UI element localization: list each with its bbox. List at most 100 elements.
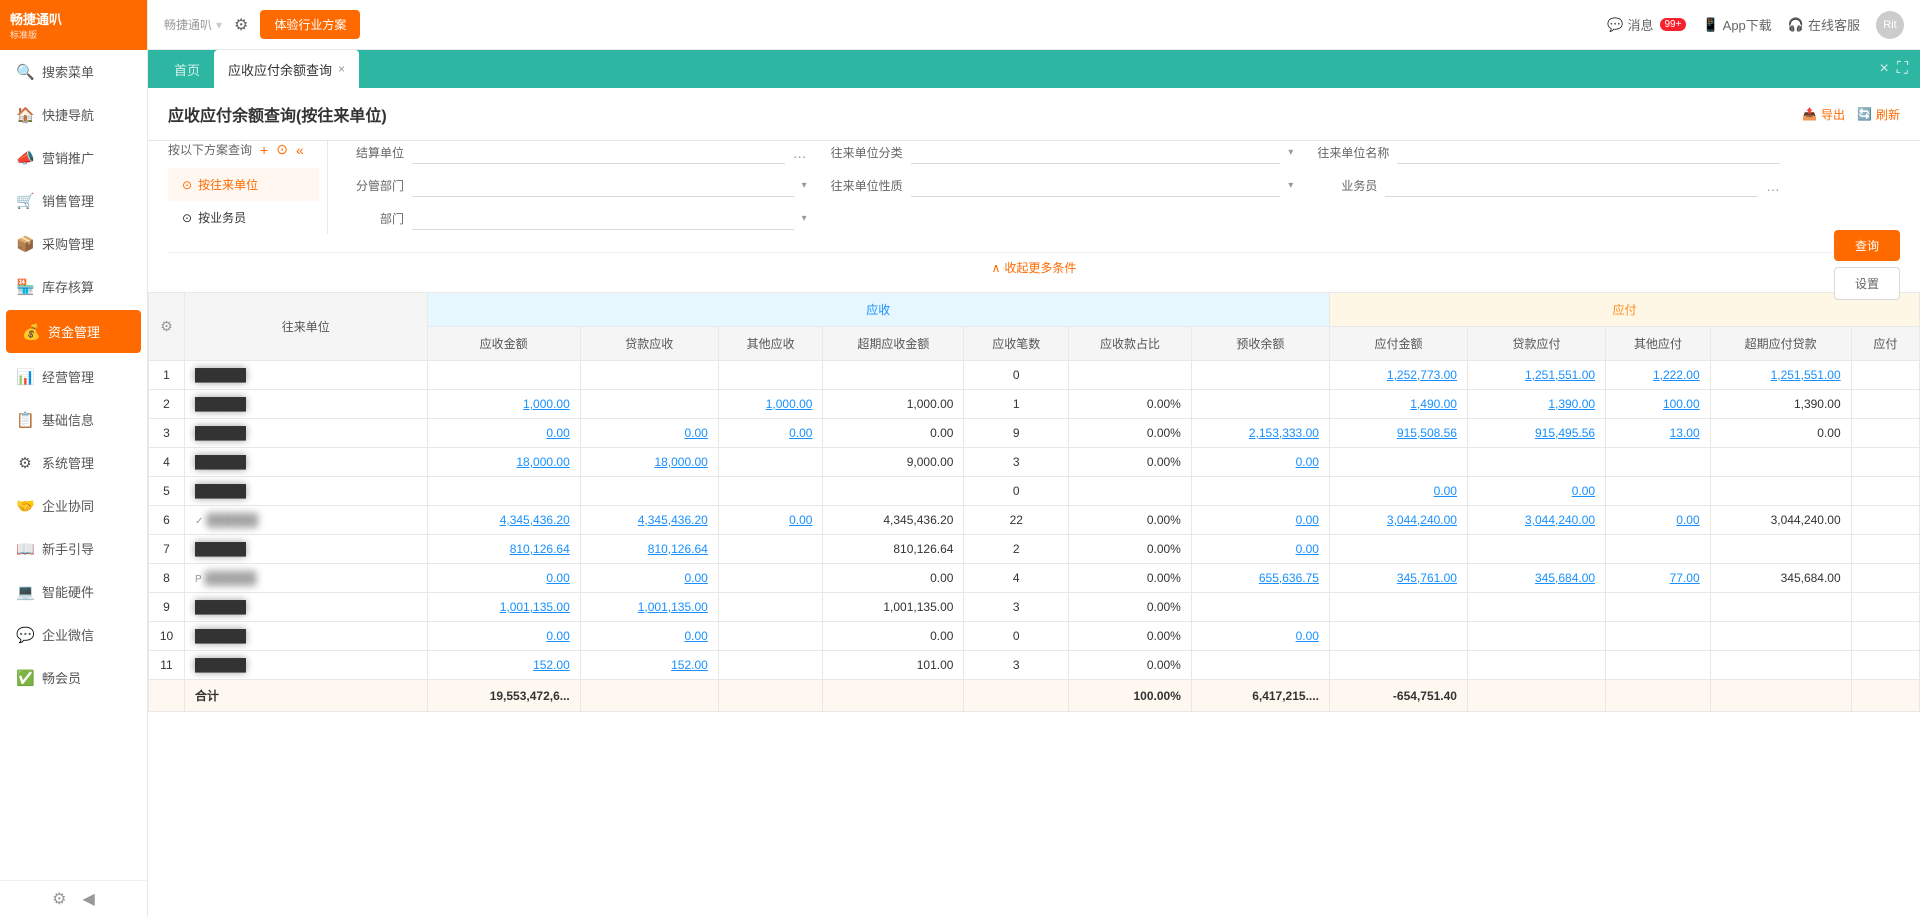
partner-name-input[interactable] — [1397, 141, 1780, 164]
yingshou-jine[interactable]: 0.00 — [427, 564, 580, 593]
sidebar-item-wechat[interactable]: 💬 企业微信 — [0, 613, 147, 656]
department-input[interactable] — [412, 207, 794, 230]
customer-service-button[interactable]: 🎧 在线客服 — [1788, 15, 1860, 34]
sidebar-item-inventory[interactable]: 🏪 库存核算 — [0, 265, 147, 308]
scheme-collapse-icon[interactable]: « — [296, 142, 304, 158]
daikuan-yingshou[interactable]: 1,001,135.00 — [580, 593, 718, 622]
refresh-button[interactable]: 🔄 刷新 — [1857, 106, 1900, 123]
partner-nature-input[interactable] — [911, 174, 1281, 197]
tab-home[interactable]: 首页 — [160, 50, 214, 88]
yingfu-jine[interactable]: 345,761.00 — [1329, 564, 1467, 593]
message-button[interactable]: 💬 消息 99+ — [1607, 15, 1686, 34]
page-title: 应收应付余额查询(按往来单位) — [168, 102, 387, 126]
user-avatar[interactable]: Rit — [1876, 11, 1904, 39]
tab-ar-ap-query[interactable]: 应收应付余额查询 × — [214, 50, 359, 88]
daikuan-yingfu[interactable]: 915,495.56 — [1467, 419, 1605, 448]
daikuan-yingfu[interactable]: 3,044,240.00 — [1467, 506, 1605, 535]
filter-collapse-btn[interactable]: ∧ 收起更多条件 — [168, 252, 1900, 282]
tab-close-window-icon[interactable]: × — [1879, 60, 1888, 78]
daikuan-yingshou[interactable]: 0.00 — [580, 564, 718, 593]
scheme-by-salesperson[interactable]: ⊙ 按业务员 — [168, 201, 319, 234]
sidebar-item-quicknav[interactable]: 🏠 快捷导航 — [0, 93, 147, 136]
sidebar-item-operations[interactable]: 📊 经营管理 — [0, 355, 147, 398]
daikuan-yingshou[interactable]: 152.00 — [580, 651, 718, 680]
sidebar-item-marketing[interactable]: 📣 营销推广 — [0, 136, 147, 179]
daikuan-yingshou[interactable]: 0.00 — [580, 419, 718, 448]
qita-yingshou[interactable]: 1,000.00 — [718, 390, 823, 419]
yingshou-jine[interactable]: 18,000.00 — [427, 448, 580, 477]
settings-button[interactable]: 设置 — [1834, 267, 1900, 300]
scheme-settings-icon[interactable]: ⊙ — [276, 141, 288, 158]
yingshou-jine[interactable]: 1,000.00 — [427, 390, 580, 419]
daikuan-yingshou[interactable]: 4,345,436.20 — [580, 506, 718, 535]
partner-category-arrow[interactable]: ▾ — [1288, 147, 1293, 158]
yushou-yue[interactable]: 0.00 — [1191, 506, 1329, 535]
dept-arrow[interactable]: ▾ — [802, 180, 807, 191]
salesperson-dots[interactable]: … — [1766, 178, 1780, 194]
app-download-button[interactable]: 📱 App下载 — [1702, 15, 1771, 34]
export-button[interactable]: 📤 导出 — [1802, 106, 1845, 123]
yushou-yue[interactable]: 2,153,333.00 — [1191, 419, 1329, 448]
tab-close-icon[interactable]: × — [338, 62, 345, 76]
yingfu-jine[interactable]: 1,490.00 — [1329, 390, 1467, 419]
collapse-sidebar-icon[interactable]: ◀ — [83, 889, 95, 909]
qita-yingfu[interactable]: 77.00 — [1606, 564, 1711, 593]
scheme-by-partner[interactable]: ⊙ 按往来单位 — [168, 168, 319, 201]
daikuan-yingshou[interactable]: 18,000.00 — [580, 448, 718, 477]
sidebar-item-search[interactable]: 🔍 搜索菜单 — [0, 50, 147, 93]
search-icon: 🔍 — [16, 63, 34, 81]
qita-yingshou[interactable]: 0.00 — [718, 419, 823, 448]
qita-yingfu[interactable]: 13.00 — [1606, 419, 1711, 448]
yingfu-jine[interactable]: 1,252,773.00 — [1329, 361, 1467, 390]
yingfu-jine[interactable]: 3,044,240.00 — [1329, 506, 1467, 535]
yingshou-jine[interactable]: 0.00 — [427, 622, 580, 651]
yingshou-jine[interactable]: 4,345,436.20 — [427, 506, 580, 535]
sidebar-item-system[interactable]: ⚙ 系统管理 — [0, 441, 147, 484]
sidebar-item-member[interactable]: ✅ 畅会员 — [0, 656, 147, 699]
daikuan-yingshou[interactable]: 0.00 — [580, 622, 718, 651]
chaoqi-yingfu[interactable]: 1,251,551.00 — [1710, 361, 1851, 390]
yingfu-jine[interactable]: 915,508.56 — [1329, 419, 1467, 448]
partner-category-input[interactable] — [911, 141, 1281, 164]
settings-bottom-icon[interactable]: ⚙ — [52, 889, 66, 909]
breadcrumb: 畅捷通叭 ▾ — [164, 16, 222, 33]
yingshou-jine[interactable]: 1,001,135.00 — [427, 593, 580, 622]
tab-fullscreen-icon[interactable]: ⛶ — [1897, 60, 1908, 78]
trial-industry-button[interactable]: 体验行业方案 — [260, 10, 360, 39]
daikuan-yingfu[interactable]: 345,684.00 — [1467, 564, 1605, 593]
sidebar-item-enterprise[interactable]: 🤝 企业协同 — [0, 484, 147, 527]
yingshou-jine[interactable]: 810,126.64 — [427, 535, 580, 564]
qita-yingfu[interactable]: 100.00 — [1606, 390, 1711, 419]
sidebar-item-purchase[interactable]: 📦 采购管理 — [0, 222, 147, 265]
yushou-yue[interactable]: 655,636.75 — [1191, 564, 1329, 593]
add-scheme-icon[interactable]: + — [260, 142, 268, 158]
daikuan-yingfu[interactable]: 0.00 — [1467, 477, 1605, 506]
table-settings-gear[interactable]: ⚙ — [160, 318, 173, 334]
qita-yingfu[interactable]: 1,222.00 — [1606, 361, 1711, 390]
yingshou-jine[interactable]: 0.00 — [427, 419, 580, 448]
yushou-yue[interactable]: 0.00 — [1191, 622, 1329, 651]
table-wrapper[interactable]: ⚙ 往来单位 应收 应付 应收金额 贷款应收 其他应收 超期应收金额 应收笔数 — [148, 292, 1920, 917]
salesperson-input[interactable] — [1385, 174, 1758, 197]
sidebar-item-basic[interactable]: 📋 基础信息 — [0, 398, 147, 441]
yushou-yue[interactable]: 0.00 — [1191, 535, 1329, 564]
qita-yingshou[interactable]: 0.00 — [718, 506, 823, 535]
sidebar-item-sales[interactable]: 🛒 销售管理 — [0, 179, 147, 222]
query-button[interactable]: 查询 — [1834, 230, 1900, 261]
partner-nature-arrow[interactable]: ▾ — [1288, 180, 1293, 191]
yingshou-jine[interactable]: 152.00 — [427, 651, 580, 680]
qita-yingfu[interactable]: 0.00 — [1606, 506, 1711, 535]
yushou-yue[interactable]: 0.00 — [1191, 448, 1329, 477]
yingfu-jine[interactable]: 0.00 — [1329, 477, 1467, 506]
sidebar-item-hardware[interactable]: 💻 智能硬件 — [0, 570, 147, 613]
sidebar-item-finance[interactable]: 💰 资金管理 — [6, 310, 141, 353]
settlement-dots[interactable]: … — [793, 145, 807, 161]
settlement-input[interactable] — [412, 141, 785, 164]
daikuan-yingfu[interactable]: 1,390.00 — [1467, 390, 1605, 419]
daikuan-yingfu[interactable]: 1,251,551.00 — [1467, 361, 1605, 390]
topbar-gear-icon[interactable]: ⚙ — [234, 15, 248, 35]
daikuan-yingshou[interactable]: 810,126.64 — [580, 535, 718, 564]
department-arrow[interactable]: ▾ — [802, 213, 807, 224]
sidebar-item-guide[interactable]: 📖 新手引导 — [0, 527, 147, 570]
dept-input[interactable] — [412, 174, 794, 197]
